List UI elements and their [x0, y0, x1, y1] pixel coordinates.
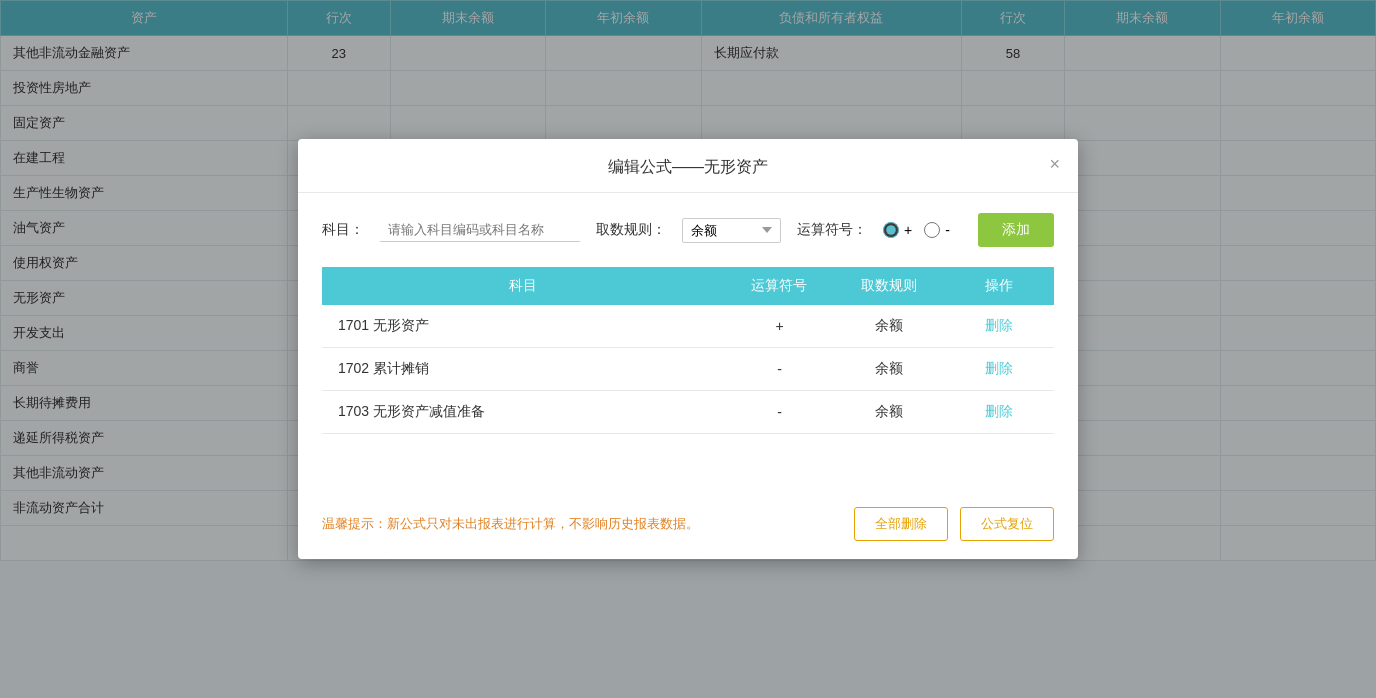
row2-operator: -: [725, 348, 835, 391]
formula-row-2: 1702 累计摊销 - 余额 删除: [322, 348, 1054, 391]
row3-action: 删除: [944, 391, 1054, 434]
radio-minus-label[interactable]: -: [924, 222, 950, 238]
radio-minus[interactable]: [924, 222, 940, 238]
modal-footer: 温馨提示：新公式只对未出报表进行计算，不影响历史报表数据。 全部删除 公式复位: [298, 495, 1078, 559]
subject-label: 科目：: [322, 221, 364, 239]
row2-rule: 余额: [834, 348, 944, 391]
modal-header: 编辑公式——无形资产 ×: [298, 139, 1078, 193]
row1-subject: 1701 无形资产: [322, 305, 725, 348]
row3-rule: 余额: [834, 391, 944, 434]
operator-radio-group: + -: [883, 222, 950, 238]
col-header-action: 操作: [944, 267, 1054, 305]
operator-label: 运算符号：: [797, 221, 867, 239]
row1-operator: +: [725, 305, 835, 348]
delete-row3-button[interactable]: 删除: [985, 403, 1013, 419]
row1-rule: 余额: [834, 305, 944, 348]
modal-close-button[interactable]: ×: [1049, 155, 1060, 173]
rule-select-wrap: 余额 借方 贷方 借方发生额 贷方发生额: [682, 218, 781, 243]
add-button[interactable]: 添加: [978, 213, 1054, 247]
reset-formula-button[interactable]: 公式复位: [960, 507, 1054, 541]
footer-tip: 温馨提示：新公式只对未出报表进行计算，不影响历史报表数据。: [322, 515, 699, 533]
formula-row-3: 1703 无形资产减值准备 - 余额 删除: [322, 391, 1054, 434]
delete-all-button[interactable]: 全部删除: [854, 507, 948, 541]
modal-dialog: 编辑公式——无形资产 × 科目： 取数规则： 余额 借方 贷方 借方发生额 贷方…: [298, 139, 1078, 559]
col-header-rule: 取数规则: [834, 267, 944, 305]
radio-plus-label[interactable]: +: [883, 222, 912, 238]
radio-plus-text: +: [904, 222, 912, 238]
footer-buttons: 全部删除 公式复位: [854, 507, 1054, 541]
formula-table: 科目 运算符号 取数规则 操作 1701 无形资产 + 余额 删除: [322, 267, 1054, 434]
col-header-operator: 运算符号: [725, 267, 835, 305]
delete-row2-button[interactable]: 删除: [985, 360, 1013, 376]
formula-row-1: 1701 无形资产 + 余额 删除: [322, 305, 1054, 348]
radio-minus-text: -: [945, 222, 950, 238]
modal-title: 编辑公式——无形资产: [608, 157, 768, 178]
modal-body: 科目： 取数规则： 余额 借方 贷方 借方发生额 贷方发生额 运算符号：: [298, 193, 1078, 495]
row2-subject: 1702 累计摊销: [322, 348, 725, 391]
rule-select[interactable]: 余额 借方 贷方 借方发生额 贷方发生额: [682, 218, 781, 243]
modal-overlay: 编辑公式——无形资产 × 科目： 取数规则： 余额 借方 贷方 借方发生额 贷方…: [0, 0, 1376, 698]
row2-action: 删除: [944, 348, 1054, 391]
radio-plus[interactable]: [883, 222, 899, 238]
row1-action: 删除: [944, 305, 1054, 348]
row3-operator: -: [725, 391, 835, 434]
form-row: 科目： 取数规则： 余额 借方 贷方 借方发生额 贷方发生额 运算符号：: [322, 213, 1054, 247]
col-header-subject: 科目: [322, 267, 725, 305]
subject-input[interactable]: [380, 218, 580, 242]
rule-label: 取数规则：: [596, 221, 666, 239]
delete-row1-button[interactable]: 删除: [985, 317, 1013, 333]
row3-subject: 1703 无形资产减值准备: [322, 391, 725, 434]
